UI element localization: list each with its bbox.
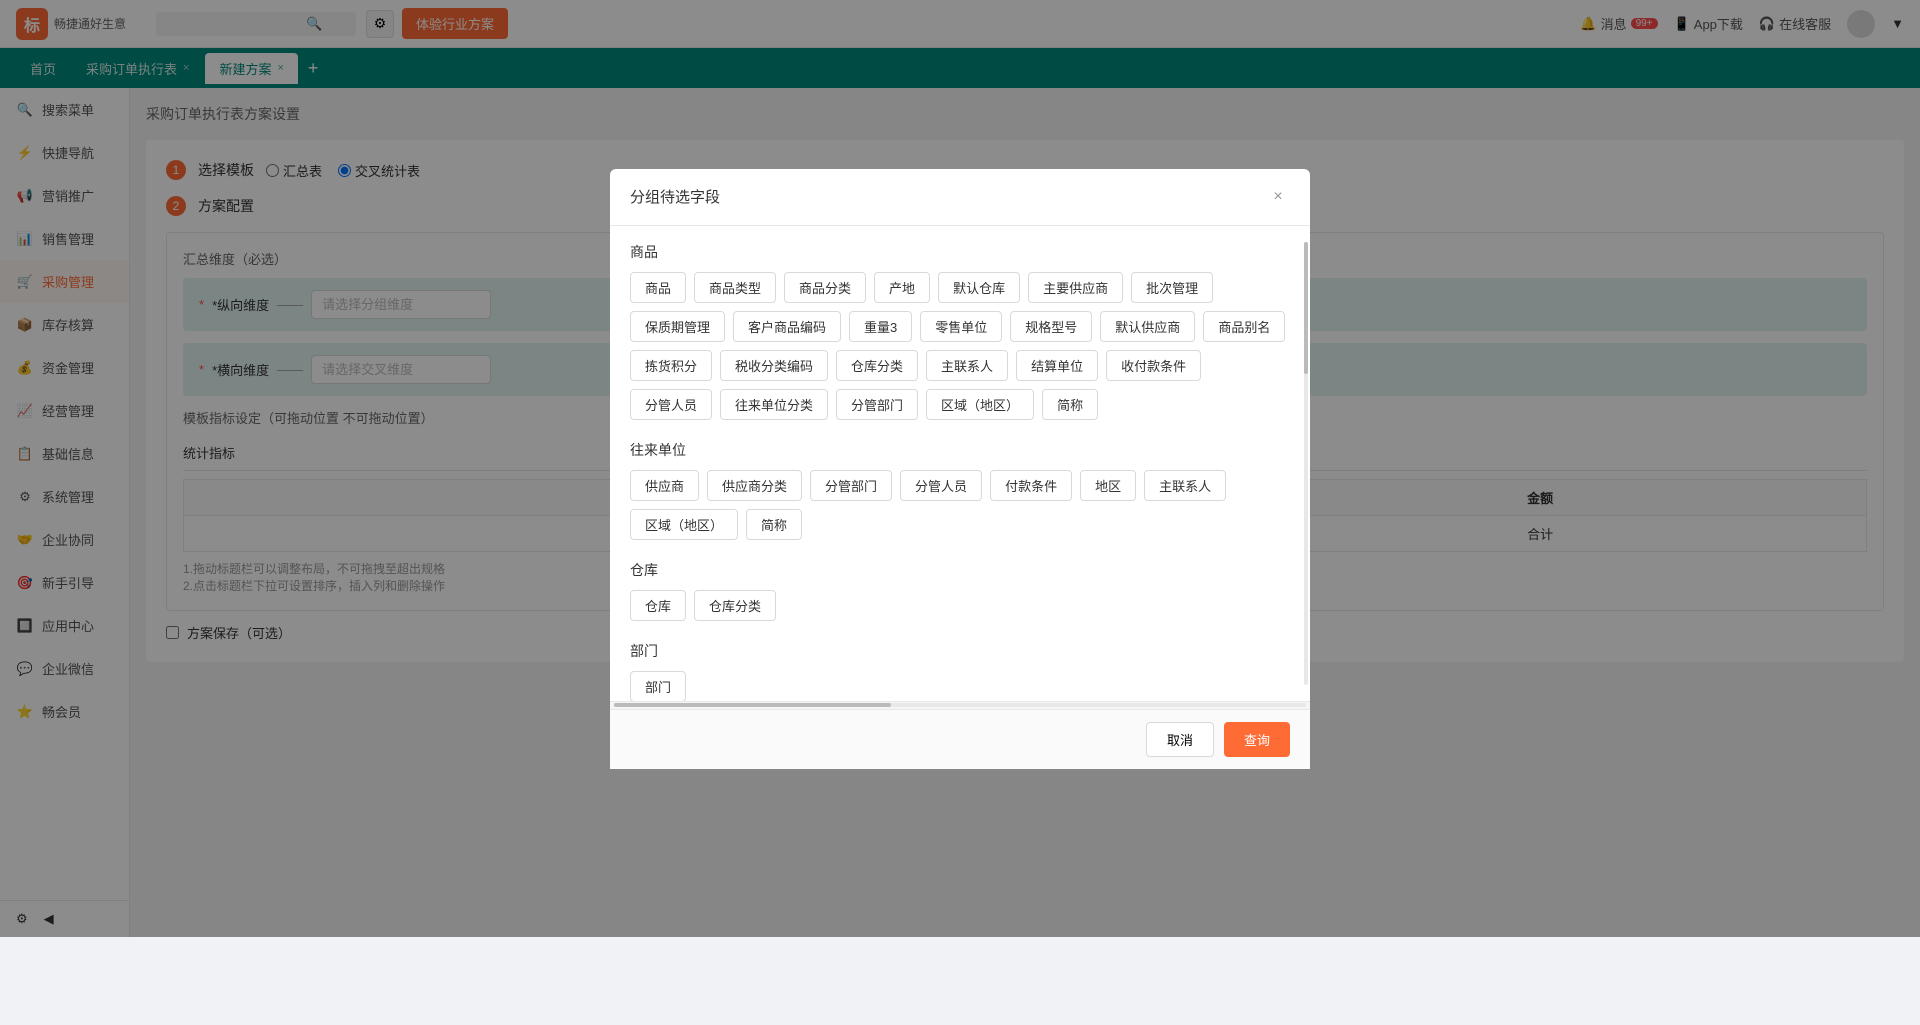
tag-goods-0[interactable]: 商品 xyxy=(630,272,686,303)
tag-goods-3[interactable]: 产地 xyxy=(874,272,930,303)
tag-partner-0[interactable]: 供应商 xyxy=(630,470,699,501)
tag-partner-3[interactable]: 分管人员 xyxy=(900,470,982,501)
tag-partner-4[interactable]: 付款条件 xyxy=(990,470,1072,501)
vertical-scrollbar[interactable] xyxy=(1304,242,1308,685)
tag-goods-20[interactable]: 分管人员 xyxy=(630,389,712,420)
modal-overlay[interactable]: 分组待选字段 × 商品 商品 商品类型 商品分类 产地 默认仓库 主要供应商 批… xyxy=(0,0,1920,937)
section-dept-tags: 部门 xyxy=(630,671,1290,701)
field-selection-modal: 分组待选字段 × 商品 商品 商品类型 商品分类 产地 默认仓库 主要供应商 批… xyxy=(610,169,1310,769)
tag-goods-2[interactable]: 商品分类 xyxy=(784,272,866,303)
scrollbar-x-thumb xyxy=(614,703,891,707)
section-goods: 商品 商品 商品类型 商品分类 产地 默认仓库 主要供应商 批次管理 保质期管理… xyxy=(630,242,1290,420)
tag-goods-13[interactable]: 商品别名 xyxy=(1203,311,1285,342)
scrollbar-thumb xyxy=(1304,242,1308,375)
section-dept-title: 部门 xyxy=(630,641,1290,661)
tag-goods-12[interactable]: 默认供应商 xyxy=(1100,311,1195,342)
tag-goods-16[interactable]: 仓库分类 xyxy=(836,350,918,381)
section-dept: 部门 部门 xyxy=(630,641,1290,701)
section-partner: 往来单位 供应商 供应商分类 分管部门 分管人员 付款条件 地区 主联系人 区域… xyxy=(630,440,1290,540)
tag-goods-14[interactable]: 拣货积分 xyxy=(630,350,712,381)
cancel-button[interactable]: 取消 xyxy=(1146,722,1214,757)
tag-partner-1[interactable]: 供应商分类 xyxy=(707,470,802,501)
tag-goods-24[interactable]: 简称 xyxy=(1042,389,1098,420)
tag-partner-7[interactable]: 区域（地区） xyxy=(630,509,738,540)
tag-partner-6[interactable]: 主联系人 xyxy=(1144,470,1226,501)
tag-goods-10[interactable]: 零售单位 xyxy=(920,311,1002,342)
tag-goods-11[interactable]: 规格型号 xyxy=(1010,311,1092,342)
modal-close-button[interactable]: × xyxy=(1266,185,1290,209)
confirm-button[interactable]: 查询 xyxy=(1224,722,1290,757)
modal-header: 分组待选字段 × xyxy=(610,169,1310,226)
tag-goods-18[interactable]: 结算单位 xyxy=(1016,350,1098,381)
tag-goods-5[interactable]: 主要供应商 xyxy=(1028,272,1123,303)
tag-goods-23[interactable]: 区域（地区） xyxy=(926,389,1034,420)
section-partner-tags: 供应商 供应商分类 分管部门 分管人员 付款条件 地区 主联系人 区域（地区） … xyxy=(630,470,1290,540)
tag-goods-4[interactable]: 默认仓库 xyxy=(938,272,1020,303)
tag-goods-9[interactable]: 重量3 xyxy=(849,311,912,342)
horizontal-scrollbar[interactable] xyxy=(610,701,1310,709)
tag-goods-7[interactable]: 保质期管理 xyxy=(630,311,725,342)
tag-warehouse-0[interactable]: 仓库 xyxy=(630,590,686,621)
modal-title: 分组待选字段 xyxy=(630,186,720,207)
tag-goods-19[interactable]: 收付款条件 xyxy=(1106,350,1201,381)
tag-partner-2[interactable]: 分管部门 xyxy=(810,470,892,501)
tag-goods-21[interactable]: 往来单位分类 xyxy=(720,389,828,420)
modal-body: 商品 商品 商品类型 商品分类 产地 默认仓库 主要供应商 批次管理 保质期管理… xyxy=(610,226,1310,701)
tag-goods-6[interactable]: 批次管理 xyxy=(1131,272,1213,303)
tag-goods-15[interactable]: 税收分类编码 xyxy=(720,350,828,381)
modal-footer: 取消 查询 xyxy=(610,709,1310,769)
scrollbar-x-track xyxy=(614,703,1306,707)
section-partner-title: 往来单位 xyxy=(630,440,1290,460)
tag-goods-1[interactable]: 商品类型 xyxy=(694,272,776,303)
tag-partner-8[interactable]: 简称 xyxy=(746,509,802,540)
section-goods-tags: 商品 商品类型 商品分类 产地 默认仓库 主要供应商 批次管理 保质期管理 客户… xyxy=(630,272,1290,420)
tag-dept-0[interactable]: 部门 xyxy=(630,671,686,701)
section-goods-title: 商品 xyxy=(630,242,1290,262)
tag-goods-8[interactable]: 客户商品编码 xyxy=(733,311,841,342)
section-warehouse-tags: 仓库 仓库分类 xyxy=(630,590,1290,621)
section-warehouse-title: 仓库 xyxy=(630,560,1290,580)
tag-goods-22[interactable]: 分管部门 xyxy=(836,389,918,420)
tag-warehouse-1[interactable]: 仓库分类 xyxy=(694,590,776,621)
tag-partner-5[interactable]: 地区 xyxy=(1080,470,1136,501)
section-warehouse: 仓库 仓库 仓库分类 xyxy=(630,560,1290,621)
tag-goods-17[interactable]: 主联系人 xyxy=(926,350,1008,381)
